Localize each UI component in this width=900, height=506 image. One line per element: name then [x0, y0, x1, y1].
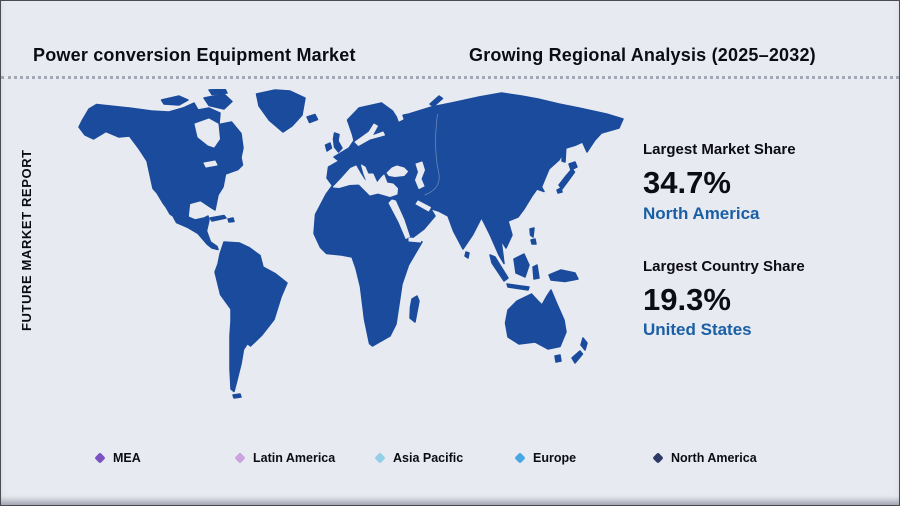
legend-item-asia-pacific: Asia Pacific: [374, 448, 464, 468]
stat-market-share: Largest Market Share 34.7% North America: [643, 141, 883, 224]
legend-swatch-icon: [94, 452, 106, 464]
infographic-frame: Power conversion Equipment Market Growin…: [0, 0, 900, 506]
brand-watermark: FUTURE MARKET REPORT: [19, 149, 34, 331]
legend-swatch-icon: [514, 452, 526, 464]
legend-item-mea: MEA: [94, 448, 141, 468]
page-subtitle: Growing Regional Analysis (2025–2032): [469, 45, 816, 65]
bottom-shadow: [1, 496, 899, 505]
landmasses: [78, 89, 624, 399]
legend-swatch-icon: [374, 452, 386, 464]
world-map-svg: [78, 89, 624, 399]
page-title: Power conversion Equipment Market: [33, 45, 356, 65]
stat-region: North America: [643, 203, 760, 223]
legend-label: Latin America: [253, 451, 336, 465]
stats-panel: Largest Market Share 34.7% North America…: [643, 141, 883, 374]
dotted-divider: [1, 76, 899, 79]
legend-item-europe: Europe: [514, 448, 577, 468]
stat-region: United States: [643, 320, 752, 340]
legend-item-north-america: North America: [652, 448, 757, 468]
stat-label: Largest Country Share: [643, 257, 805, 275]
legend-label: North America: [671, 451, 757, 465]
stat-value: 19.3%: [643, 281, 731, 317]
stat-country-share: Largest Country Share 19.3% United State…: [643, 258, 883, 341]
legend-swatch-icon: [234, 452, 246, 464]
stat-label: Largest Market Share: [643, 141, 796, 158]
legend-label: MEA: [113, 451, 141, 465]
world-map: [59, 89, 624, 404]
legend-item-latin-america: Latin America: [234, 448, 336, 468]
legend: MEA Latin America Asia Pacific Europe No…: [1, 448, 899, 470]
legend-label: Asia Pacific: [393, 451, 464, 465]
legend-label: Europe: [533, 451, 577, 465]
stat-value: 34.7%: [643, 165, 731, 200]
legend-swatch-icon: [652, 452, 664, 464]
